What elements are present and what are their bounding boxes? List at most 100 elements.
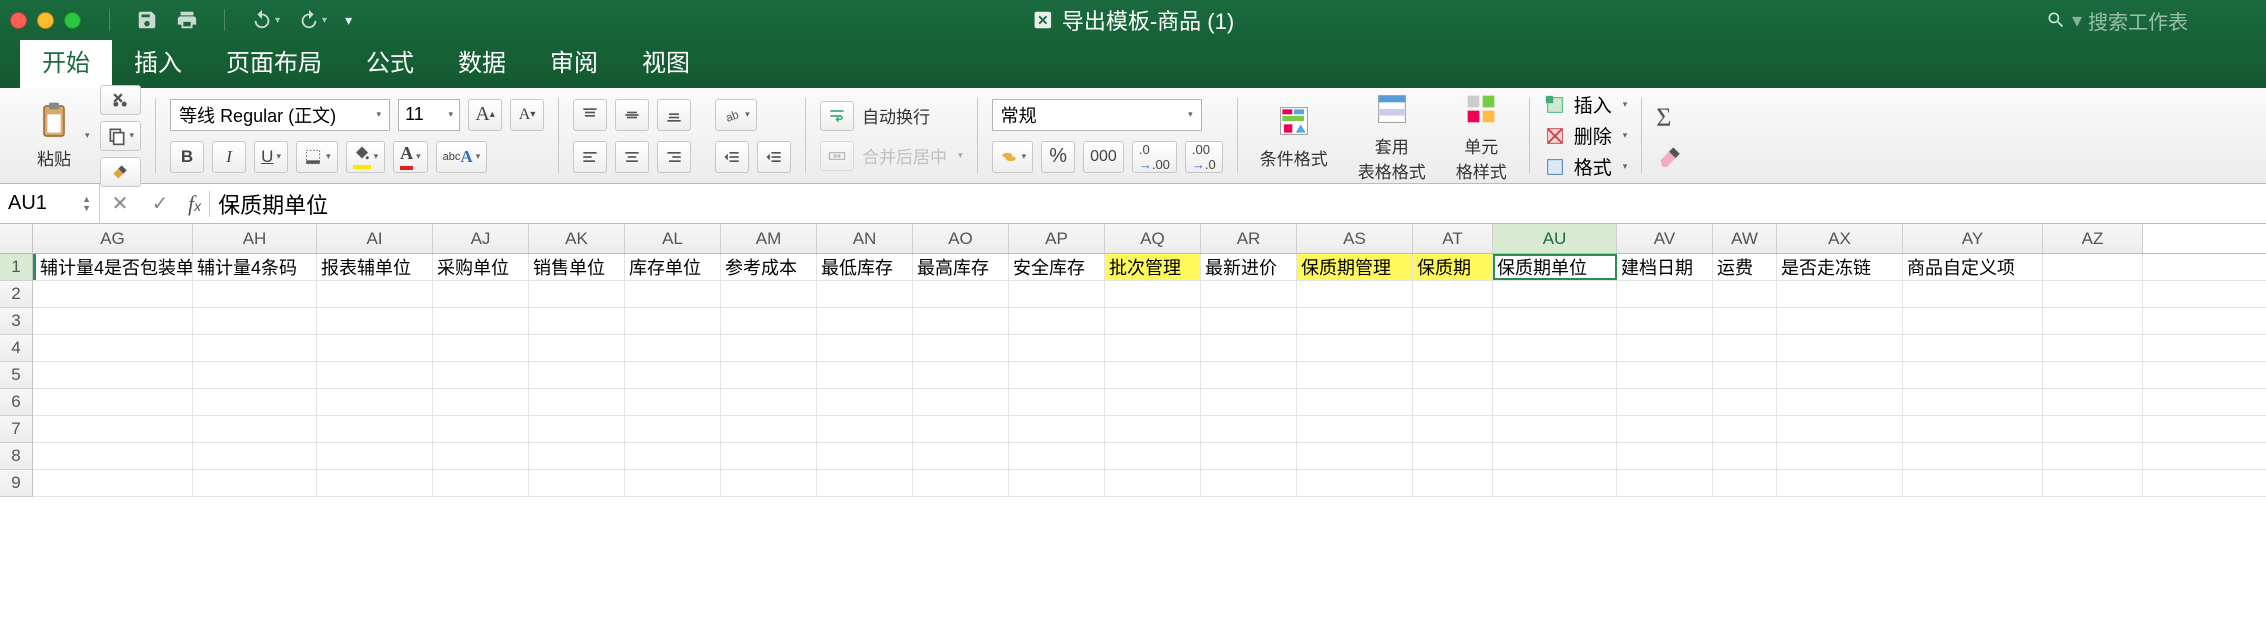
align-left-button[interactable]: [573, 141, 607, 173]
copy-button[interactable]: ▾: [100, 121, 142, 151]
cell[interactable]: [625, 416, 721, 442]
cell[interactable]: [817, 362, 913, 388]
cell[interactable]: [1297, 308, 1413, 334]
cell[interactable]: [1617, 416, 1713, 442]
save-button[interactable]: [136, 9, 158, 31]
cell[interactable]: [1201, 443, 1297, 469]
cell[interactable]: [1777, 470, 1903, 496]
cell[interactable]: [33, 470, 193, 496]
cancel-edit-button[interactable]: ✕: [100, 191, 140, 216]
phonetic-button[interactable]: abcA▾: [436, 141, 488, 173]
column-header[interactable]: AV: [1617, 224, 1713, 253]
cell[interactable]: [1297, 470, 1413, 496]
cell[interactable]: [817, 335, 913, 361]
cell[interactable]: [2043, 254, 2143, 280]
cell[interactable]: [1413, 416, 1493, 442]
cell[interactable]: [625, 281, 721, 307]
row-header[interactable]: 6: [0, 389, 32, 416]
cell[interactable]: [529, 281, 625, 307]
cell[interactable]: [33, 362, 193, 388]
cell[interactable]: [1493, 389, 1617, 415]
cell[interactable]: [433, 443, 529, 469]
redo-button[interactable]: ▾: [298, 9, 327, 31]
cell[interactable]: [317, 362, 433, 388]
tab-5[interactable]: 审阅: [528, 35, 620, 88]
align-top-button[interactable]: [573, 99, 607, 131]
cell[interactable]: 保质期管理: [1297, 254, 1413, 280]
cell[interactable]: [2043, 335, 2143, 361]
cell[interactable]: [529, 335, 625, 361]
cell[interactable]: 库存单位: [625, 254, 721, 280]
cell[interactable]: [317, 308, 433, 334]
cell[interactable]: [1297, 362, 1413, 388]
wrap-text-button[interactable]: 自动换行: [820, 101, 963, 131]
align-bottom-button[interactable]: [657, 99, 691, 131]
cell[interactable]: [193, 362, 317, 388]
zoom-window-button[interactable]: [64, 12, 81, 29]
cell[interactable]: 安全库存: [1009, 254, 1105, 280]
column-header[interactable]: AK: [529, 224, 625, 253]
cell[interactable]: [1493, 335, 1617, 361]
cell[interactable]: [1493, 443, 1617, 469]
cell[interactable]: [193, 416, 317, 442]
cell[interactable]: [2043, 362, 2143, 388]
cell[interactable]: [317, 416, 433, 442]
row-header[interactable]: 9: [0, 470, 32, 497]
cell[interactable]: [1105, 281, 1201, 307]
cell[interactable]: [1903, 416, 2043, 442]
table-format-button[interactable]: 套用 表格格式: [1350, 85, 1434, 187]
eraser-icon[interactable]: [1656, 143, 1682, 169]
cell[interactable]: [625, 470, 721, 496]
column-header[interactable]: AO: [913, 224, 1009, 253]
cell[interactable]: [33, 443, 193, 469]
cell[interactable]: [1201, 362, 1297, 388]
cell[interactable]: [1297, 281, 1413, 307]
cell[interactable]: [193, 335, 317, 361]
cell[interactable]: [913, 335, 1009, 361]
cell[interactable]: [721, 470, 817, 496]
row-header[interactable]: 1: [0, 254, 32, 281]
select-all-corner[interactable]: [0, 224, 32, 254]
format-cells-button[interactable]: 格式▾: [1544, 153, 1628, 180]
cell[interactable]: [1009, 470, 1105, 496]
name-box[interactable]: AU1 ▲▼: [0, 184, 100, 224]
column-header[interactable]: AP: [1009, 224, 1105, 253]
cell[interactable]: 运费: [1713, 254, 1777, 280]
cell[interactable]: [1009, 281, 1105, 307]
cell[interactable]: [433, 335, 529, 361]
cell[interactable]: [193, 389, 317, 415]
font-color-button[interactable]: A▾: [393, 141, 428, 173]
cell[interactable]: [2043, 470, 2143, 496]
column-header[interactable]: AW: [1713, 224, 1777, 253]
cell[interactable]: 最高库存: [913, 254, 1009, 280]
cell[interactable]: [1713, 389, 1777, 415]
comma-button[interactable]: 000: [1083, 141, 1124, 173]
cell[interactable]: [193, 281, 317, 307]
cell[interactable]: [1617, 308, 1713, 334]
cell[interactable]: [1493, 281, 1617, 307]
row-header[interactable]: 2: [0, 281, 32, 308]
cell[interactable]: [317, 335, 433, 361]
cell[interactable]: 保质期: [1413, 254, 1493, 280]
cell[interactable]: [1493, 308, 1617, 334]
cell[interactable]: [193, 470, 317, 496]
cell[interactable]: [33, 308, 193, 334]
percent-button[interactable]: %: [1041, 141, 1075, 173]
cell[interactable]: [1713, 470, 1777, 496]
cell[interactable]: 保质期单位: [1493, 254, 1617, 280]
cell[interactable]: [625, 335, 721, 361]
border-button[interactable]: ▾: [296, 141, 338, 173]
cell[interactable]: [1105, 389, 1201, 415]
column-header[interactable]: AG: [33, 224, 193, 253]
cell[interactable]: [433, 281, 529, 307]
decrease-decimal-button[interactable]: .00→.0: [1185, 141, 1223, 173]
cell[interactable]: 参考成本: [721, 254, 817, 280]
row-header[interactable]: 3: [0, 308, 32, 335]
cell[interactable]: [433, 389, 529, 415]
cell[interactable]: [913, 443, 1009, 469]
decrease-font-button[interactable]: A▾: [510, 99, 544, 131]
cell[interactable]: [33, 335, 193, 361]
cell[interactable]: [1413, 389, 1493, 415]
confirm-edit-button[interactable]: ✓: [140, 191, 180, 216]
italic-button[interactable]: I: [212, 141, 246, 173]
